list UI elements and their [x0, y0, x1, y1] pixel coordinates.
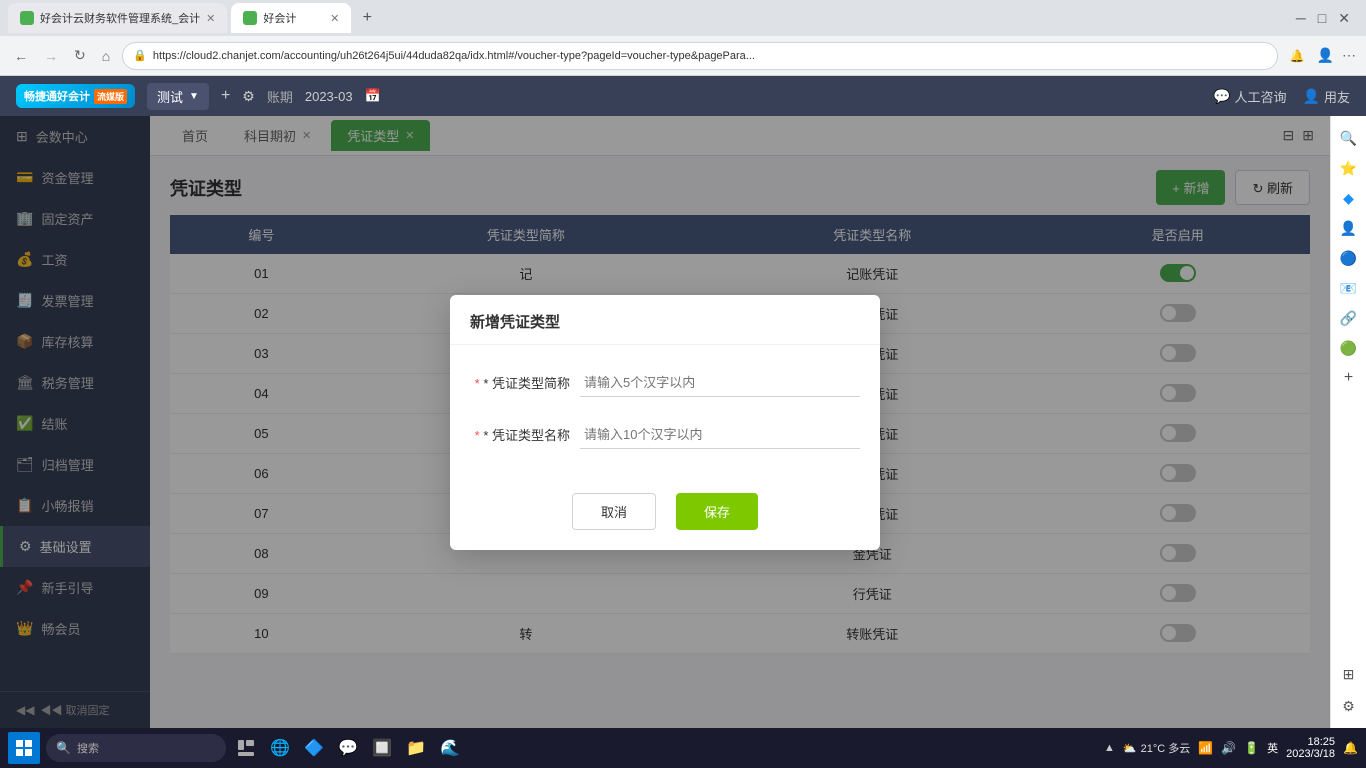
window-close[interactable]: ✕	[1338, 10, 1350, 27]
right-grid[interactable]: ⊞	[1335, 660, 1363, 688]
taskbar-edge[interactable]: 🔷	[300, 734, 328, 762]
start-button[interactable]	[8, 732, 40, 764]
sound-icon[interactable]: 🔊	[1221, 741, 1236, 755]
notification-icon[interactable]: 🔔	[1343, 741, 1358, 755]
taskbar-edge2[interactable]: 🌊	[436, 734, 464, 762]
cancel-button[interactable]: 取消	[572, 493, 656, 530]
taskbar-search[interactable]: 🔍 搜索	[46, 734, 226, 762]
task-view[interactable]	[232, 734, 260, 762]
logo-badge: 流媒版	[94, 89, 127, 104]
taskbar-time: 18:25 2023/3/18	[1286, 736, 1335, 760]
modal-header: 新增凭证类型	[450, 295, 880, 345]
taskbar: 🔍 搜索 🌐 🔷 💬 🔲 📁 🌊 ▲ ⛅ 21°C 多云 📶 🔊 🔋 英 18:…	[0, 728, 1366, 768]
right-shape[interactable]: ◆	[1335, 184, 1363, 212]
nav-back[interactable]: ←	[10, 44, 32, 68]
workspace-selector[interactable]: 测试 ▼	[147, 83, 209, 110]
right-link[interactable]: 🔗	[1335, 304, 1363, 332]
tab2-close[interactable]: ✕	[330, 12, 339, 25]
right-user[interactable]: 👤	[1335, 214, 1363, 242]
topbar-settings[interactable]: ⚙	[242, 88, 255, 105]
url-text: https://cloud2.chanjet.com/accounting/uh…	[153, 50, 755, 62]
network-icon[interactable]: 📶	[1198, 741, 1213, 755]
nav-home[interactable]: ⌂	[98, 44, 114, 68]
period-label: 账期	[267, 87, 293, 106]
topbar-add[interactable]: +	[221, 87, 230, 105]
right-mail[interactable]: 📧	[1335, 274, 1363, 302]
right-search[interactable]: 🔍	[1335, 124, 1363, 152]
right-green[interactable]: 🟢	[1335, 334, 1363, 362]
name-input[interactable]	[580, 421, 860, 449]
period-calendar[interactable]: 📅	[365, 88, 381, 104]
taskbar-apps[interactable]: 🔲	[368, 734, 396, 762]
browser-profile[interactable]: 👤	[1317, 47, 1334, 64]
app-logo: 畅捷通好会计 流媒版	[16, 84, 135, 108]
app-topbar: 畅捷通好会计 流媒版 测试 ▼ + ⚙ 账期 2023-03 📅 💬 人工咨询 …	[0, 76, 1366, 116]
battery-icon[interactable]: 🔋	[1244, 741, 1259, 755]
abbr-row: * * 凭证类型简称	[470, 369, 860, 397]
url-bar[interactable]: 🔒 https://cloud2.chanjet.com/accounting/…	[122, 42, 1277, 70]
browser-extensions: 🔔	[1286, 45, 1309, 67]
nav-forward[interactable]: →	[40, 44, 62, 68]
taskbar-wechat[interactable]: 💬	[334, 734, 362, 762]
right-settings[interactable]: ⚙	[1335, 692, 1363, 720]
tab1-close[interactable]: ✕	[206, 12, 215, 25]
topbar-right: 💬 人工咨询 👤 用友	[1213, 87, 1350, 106]
modal-footer: 取消 保存	[450, 485, 880, 550]
right-panel: 🔍 ⭐ ◆ 👤 🔵 📧 🔗 🟢 + ⊞ ⚙	[1330, 116, 1366, 728]
weather-info: ⛅ 21°C 多云	[1123, 740, 1190, 756]
name-label: * * 凭证类型名称	[470, 425, 570, 444]
modal: 新增凭证类型 * * 凭证类型简称 * * 凭证类型名称 取消	[450, 295, 880, 550]
consult-button[interactable]: 💬 人工咨询	[1213, 87, 1286, 106]
new-tab-button[interactable]: +	[355, 6, 379, 30]
name-row: * * 凭证类型名称	[470, 421, 860, 449]
lang-indicator[interactable]: 英	[1267, 740, 1278, 756]
modal-overlay: 新增凭证类型 * * 凭证类型简称 * * 凭证类型名称 取消	[0, 116, 1330, 728]
period-value: 2023-03	[305, 89, 353, 104]
workspace-label: 测试	[157, 87, 183, 106]
workspace-chevron: ▼	[189, 91, 199, 102]
window-minimize[interactable]: ─	[1296, 10, 1306, 27]
browser-tab-1[interactable]: 好会计云财务软件管理系统_会计 ✕	[8, 3, 227, 33]
browser-menu[interactable]: ⋯	[1342, 47, 1356, 64]
taskbar-chrome[interactable]: 🌐	[266, 734, 294, 762]
logo-text: 畅捷通好会计	[24, 88, 90, 104]
browser-tab-2[interactable]: 好会计 ✕	[231, 3, 351, 33]
nav-refresh[interactable]: ↻	[70, 43, 90, 68]
window-maximize[interactable]: □	[1318, 10, 1326, 27]
right-add[interactable]: +	[1335, 364, 1363, 392]
tab2-label: 好会计	[263, 10, 296, 26]
tab1-label: 好会计云财务软件管理系统_会计	[40, 10, 200, 26]
right-star[interactable]: ⭐	[1335, 154, 1363, 182]
modal-body: * * 凭证类型简称 * * 凭证类型名称	[450, 345, 880, 485]
user-button[interactable]: 👤 用友	[1303, 87, 1350, 106]
taskbar-folder[interactable]: 📁	[402, 734, 430, 762]
sys-tray-icons[interactable]: ▲	[1104, 742, 1115, 754]
save-button[interactable]: 保存	[676, 493, 758, 530]
right-circle[interactable]: 🔵	[1335, 244, 1363, 272]
abbr-input[interactable]	[580, 369, 860, 397]
abbr-label: * * 凭证类型简称	[470, 373, 570, 392]
